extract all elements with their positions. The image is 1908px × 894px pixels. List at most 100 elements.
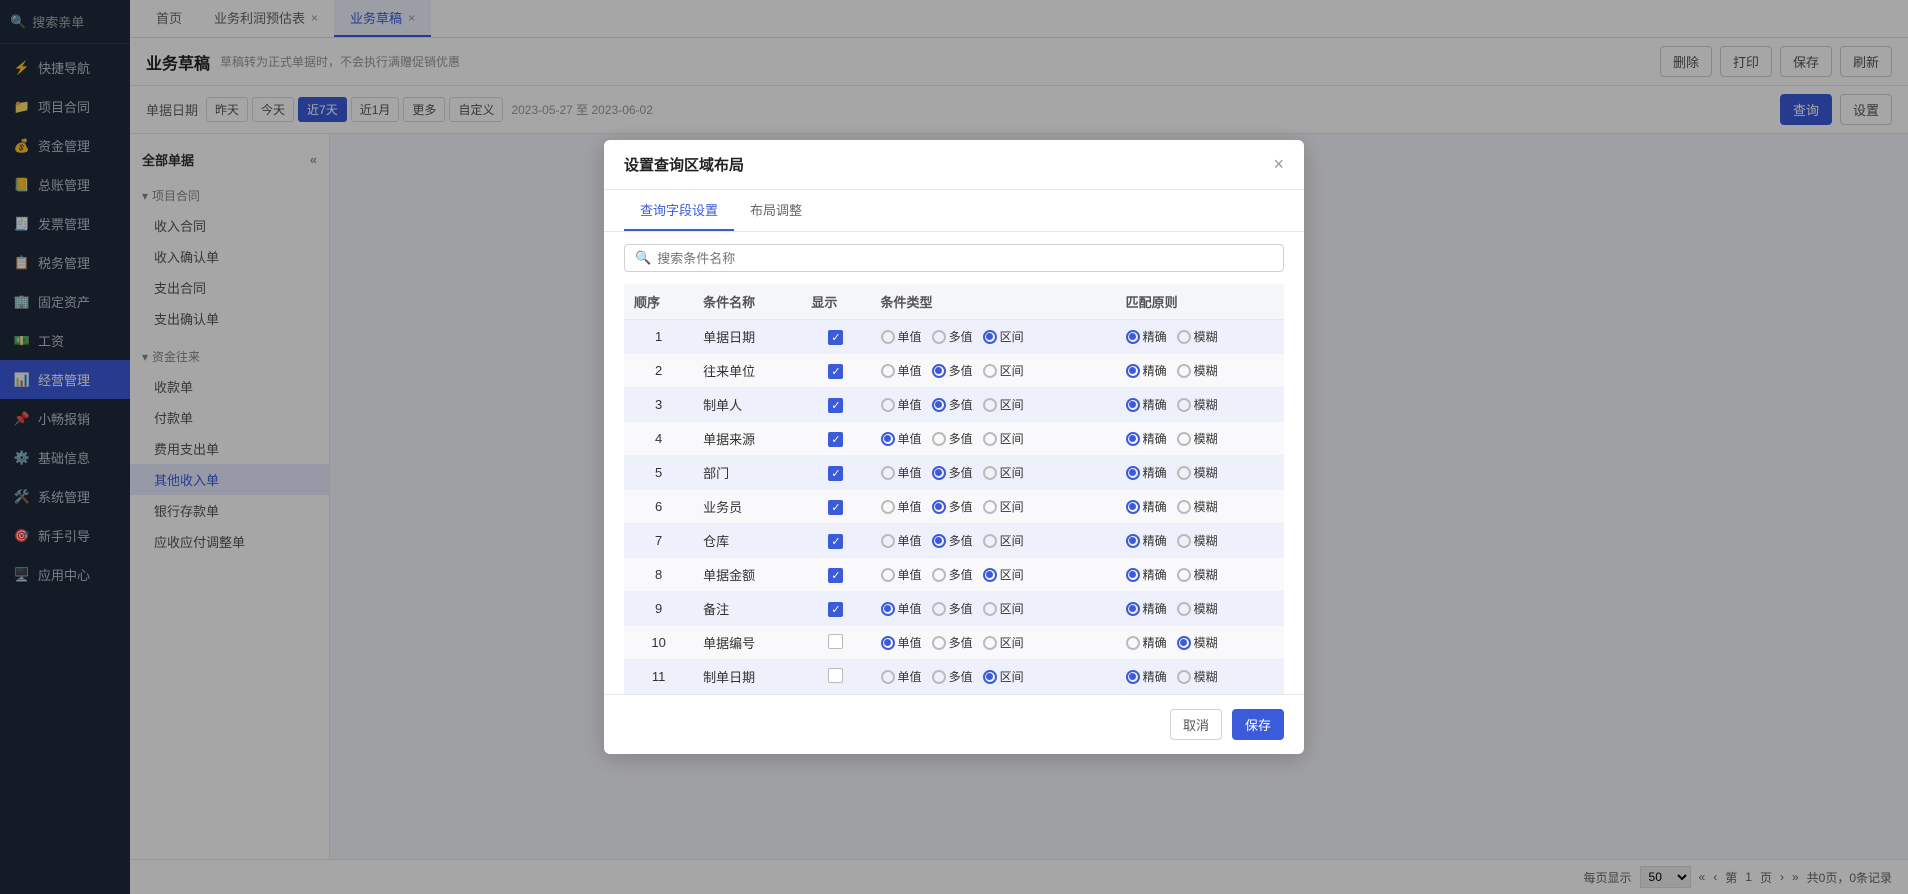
radio-match-模糊[interactable]: 模糊 <box>1177 362 1218 379</box>
radio-match-精确[interactable]: 精确 <box>1126 634 1167 651</box>
radio-type-单值[interactable]: 单值 <box>881 396 922 413</box>
modal-tab-layout[interactable]: 布局调整 <box>734 190 818 231</box>
show-checkbox[interactable]: ✓ <box>828 534 843 549</box>
radio-match-精确[interactable]: 精确 <box>1126 464 1167 481</box>
row-show[interactable] <box>801 626 870 660</box>
radio-match-精确[interactable]: 精确 <box>1126 668 1167 685</box>
radio-type-多值[interactable]: 多值 <box>932 430 973 447</box>
radio-type-多值[interactable]: 多值 <box>932 634 973 651</box>
radio-type-单值[interactable]: 单值 <box>881 600 922 617</box>
radio-match-模糊[interactable]: 模糊 <box>1177 634 1218 651</box>
table-row: 9备注✓单值多值区间精确模糊 <box>624 592 1284 626</box>
radio-type-区间[interactable]: 区间 <box>983 634 1024 651</box>
radio-circle <box>1177 568 1191 582</box>
radio-circle <box>1126 330 1140 344</box>
show-checkbox[interactable]: ✓ <box>828 466 843 481</box>
radio-type-区间[interactable]: 区间 <box>983 328 1024 345</box>
radio-type-区间[interactable]: 区间 <box>983 362 1024 379</box>
show-checkbox[interactable]: ✓ <box>828 602 843 617</box>
show-checkbox[interactable]: ✓ <box>828 568 843 583</box>
radio-type-单值[interactable]: 单值 <box>881 566 922 583</box>
row-type: 单值多值区间 <box>871 660 1116 694</box>
radio-match-模糊[interactable]: 模糊 <box>1177 532 1218 549</box>
radio-match-模糊[interactable]: 模糊 <box>1177 668 1218 685</box>
radio-type-区间[interactable]: 区间 <box>983 532 1024 549</box>
radio-type-多值[interactable]: 多值 <box>932 566 973 583</box>
row-show[interactable]: ✓ <box>801 354 870 388</box>
radio-type-单值[interactable]: 单值 <box>881 634 922 651</box>
radio-circle <box>932 636 946 650</box>
radio-type-多值[interactable]: 多值 <box>932 498 973 515</box>
row-show[interactable]: ✓ <box>801 592 870 626</box>
radio-match-精确[interactable]: 精确 <box>1126 566 1167 583</box>
radio-match-精确[interactable]: 精确 <box>1126 396 1167 413</box>
radio-type-区间[interactable]: 区间 <box>983 498 1024 515</box>
show-checkbox[interactable] <box>828 634 843 649</box>
show-checkbox[interactable]: ✓ <box>828 364 843 379</box>
radio-type-单值[interactable]: 单值 <box>881 430 922 447</box>
radio-match-模糊[interactable]: 模糊 <box>1177 566 1218 583</box>
row-order: 2 <box>624 354 693 388</box>
radio-circle <box>1177 398 1191 412</box>
show-checkbox[interactable]: ✓ <box>828 398 843 413</box>
radio-type-区间[interactable]: 区间 <box>983 430 1024 447</box>
radio-type-单值[interactable]: 单值 <box>881 532 922 549</box>
radio-type-单值[interactable]: 单值 <box>881 362 922 379</box>
modal-save-button[interactable]: 保存 <box>1232 709 1284 740</box>
modal-close-button[interactable]: × <box>1273 154 1284 175</box>
radio-type-多值[interactable]: 多值 <box>932 328 973 345</box>
row-show[interactable]: ✓ <box>801 388 870 422</box>
row-show[interactable]: ✓ <box>801 558 870 592</box>
radio-match-模糊[interactable]: 模糊 <box>1177 430 1218 447</box>
radio-match-精确[interactable]: 精确 <box>1126 328 1167 345</box>
radio-type-区间[interactable]: 区间 <box>983 668 1024 685</box>
show-checkbox[interactable]: ✓ <box>828 500 843 515</box>
row-order: 7 <box>624 524 693 558</box>
show-checkbox[interactable]: ✓ <box>828 330 843 345</box>
radio-circle <box>983 364 997 378</box>
radio-type-多值[interactable]: 多值 <box>932 668 973 685</box>
radio-type-多值[interactable]: 多值 <box>932 464 973 481</box>
radio-circle <box>932 398 946 412</box>
radio-type-区间[interactable]: 区间 <box>983 464 1024 481</box>
row-show[interactable] <box>801 660 870 694</box>
row-show[interactable]: ✓ <box>801 490 870 524</box>
row-match: 精确模糊 <box>1116 490 1284 524</box>
radio-match-模糊[interactable]: 模糊 <box>1177 328 1218 345</box>
radio-type-单值[interactable]: 单值 <box>881 668 922 685</box>
radio-type-单值[interactable]: 单值 <box>881 498 922 515</box>
radio-type-多值[interactable]: 多值 <box>932 600 973 617</box>
radio-type-区间[interactable]: 区间 <box>983 600 1024 617</box>
radio-type-多值[interactable]: 多值 <box>932 362 973 379</box>
radio-match-模糊[interactable]: 模糊 <box>1177 600 1218 617</box>
radio-match-精确[interactable]: 精确 <box>1126 600 1167 617</box>
radio-type-区间[interactable]: 区间 <box>983 396 1024 413</box>
modal-tab-fields[interactable]: 查询字段设置 <box>624 190 734 231</box>
radio-match-模糊[interactable]: 模糊 <box>1177 396 1218 413</box>
radio-type-区间[interactable]: 区间 <box>983 566 1024 583</box>
radio-match-模糊[interactable]: 模糊 <box>1177 498 1218 515</box>
radio-match-模糊[interactable]: 模糊 <box>1177 464 1218 481</box>
radio-match-精确[interactable]: 精确 <box>1126 498 1167 515</box>
radio-circle <box>1126 364 1140 378</box>
row-show[interactable]: ✓ <box>801 456 870 490</box>
show-checkbox[interactable] <box>828 668 843 683</box>
radio-match-精确[interactable]: 精确 <box>1126 430 1167 447</box>
condition-search-input[interactable] <box>657 251 1273 266</box>
show-checkbox[interactable]: ✓ <box>828 432 843 447</box>
row-show[interactable]: ✓ <box>801 524 870 558</box>
radio-type-单值[interactable]: 单值 <box>881 464 922 481</box>
radio-match-精确[interactable]: 精确 <box>1126 532 1167 549</box>
col-header-显示: 显示 <box>801 284 870 320</box>
radio-match-精确[interactable]: 精确 <box>1126 362 1167 379</box>
cancel-button[interactable]: 取消 <box>1170 709 1222 740</box>
modal-overlay: 设置查询区域布局 × 查询字段设置布局调整 🔍 顺序条件名称显示条件类型匹配原则… <box>0 0 1908 894</box>
row-show[interactable]: ✓ <box>801 422 870 456</box>
radio-type-多值[interactable]: 多值 <box>932 396 973 413</box>
radio-type-多值[interactable]: 多值 <box>932 532 973 549</box>
radio-circle <box>1177 534 1191 548</box>
radio-circle <box>1177 670 1191 684</box>
row-show[interactable]: ✓ <box>801 320 870 354</box>
radio-circle <box>1126 568 1140 582</box>
radio-type-单值[interactable]: 单值 <box>881 328 922 345</box>
